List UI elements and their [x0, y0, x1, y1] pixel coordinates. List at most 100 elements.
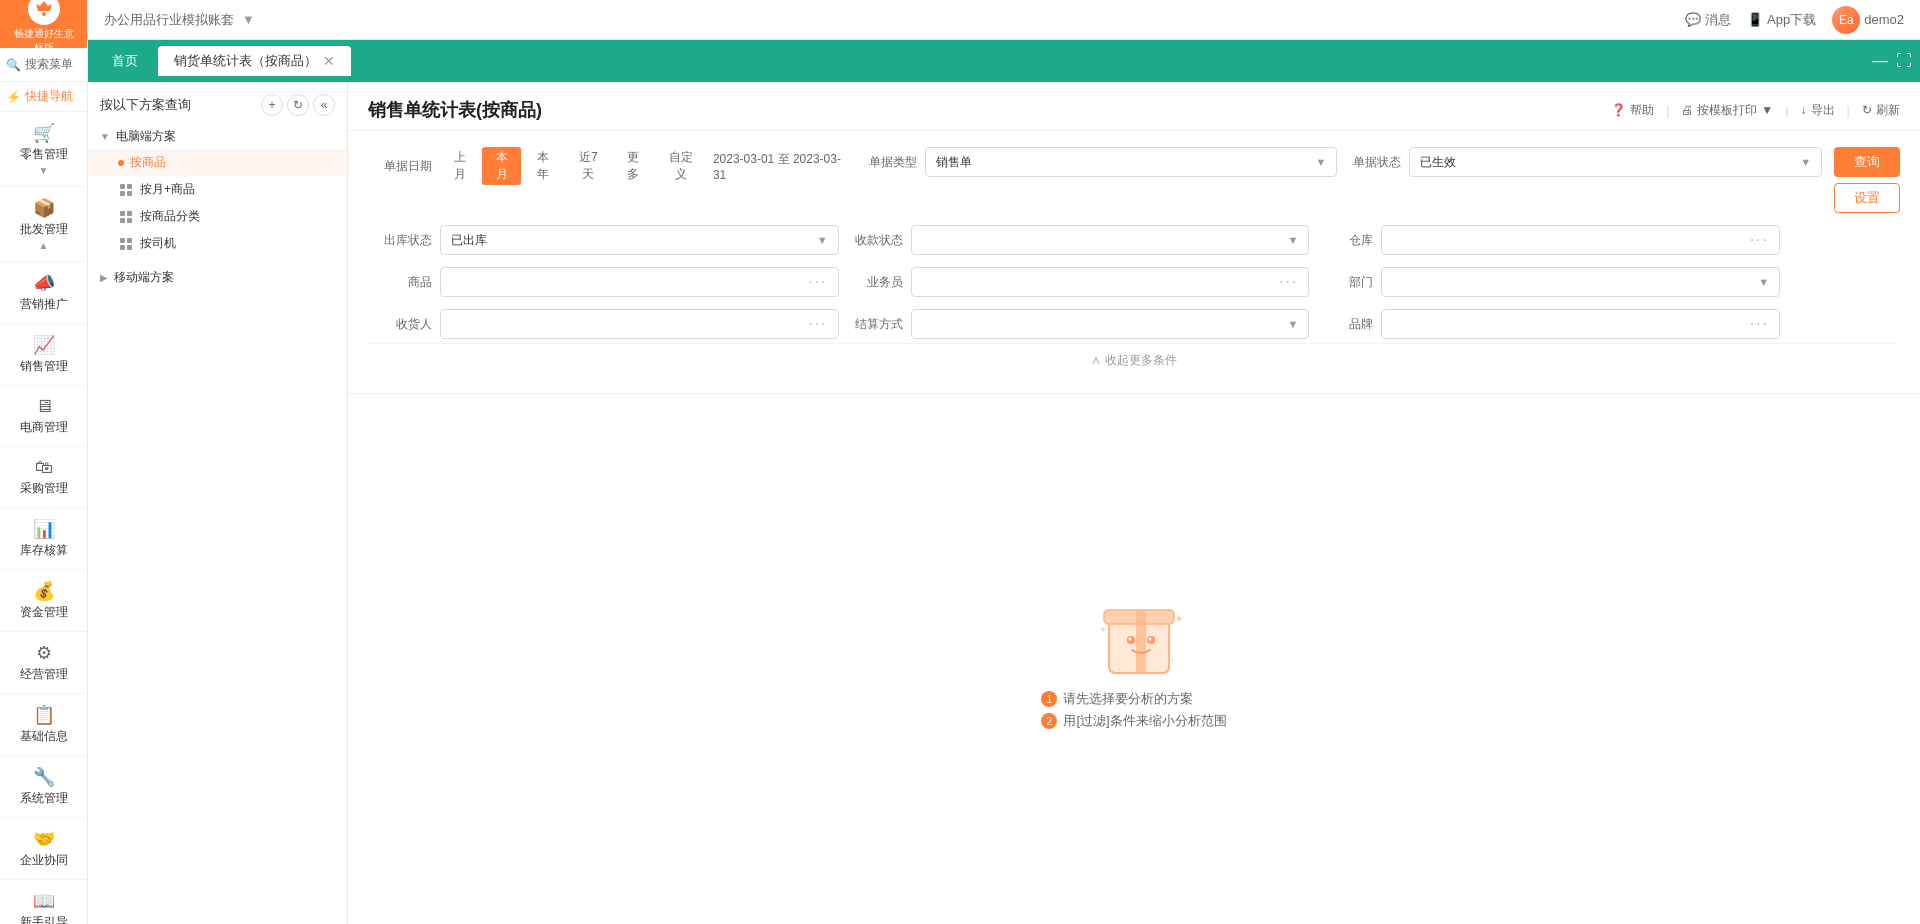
sidebar-item-purchase[interactable]: 🛍 采购管理 — [0, 447, 87, 508]
svg-text:✦: ✦ — [1174, 612, 1184, 626]
salesman-select[interactable]: ··· — [911, 267, 1310, 297]
divider-2: | — [1785, 103, 1788, 118]
dept-select[interactable]: ▼ — [1381, 267, 1780, 297]
sidebar-item-retail[interactable]: 🛒 零售管理 ▼ — [0, 112, 87, 187]
brand-dots[interactable]: ··· — [1750, 315, 1769, 333]
wholesale-icon: 📦 — [33, 197, 55, 219]
maximize-icon[interactable]: ⛶ — [1896, 52, 1912, 70]
svg-rect-11 — [120, 245, 125, 250]
hint-num-1: 1 — [1041, 691, 1057, 707]
sidebar-search[interactable]: 🔍 搜索菜单 — [0, 48, 87, 82]
date-btn-this-month[interactable]: 本月 — [482, 147, 522, 185]
svg-rect-2 — [127, 184, 132, 189]
tree-item-by-driver[interactable]: 按司机 — [88, 230, 347, 257]
svg-rect-5 — [120, 211, 125, 216]
warehouse-dots[interactable]: ··· — [1750, 231, 1769, 249]
tree-expand-arrow: ▼ — [100, 131, 110, 142]
refresh-scheme-btn[interactable]: ↻ — [287, 94, 309, 116]
username: demo2 — [1864, 12, 1904, 27]
minimize-icon[interactable]: — — [1872, 52, 1888, 70]
export-icon: ↓ — [1801, 103, 1807, 117]
outstatus-arrow: ▼ — [817, 234, 828, 246]
tree-item-by-month-goods[interactable]: 按月+商品 — [88, 176, 347, 203]
help-btn[interactable]: ❓ 帮助 — [1611, 102, 1654, 119]
date-btn-7days[interactable]: 近7天 — [565, 147, 611, 185]
tree-item-by-goods-label: 按商品 — [130, 154, 166, 171]
topbar-right: 💬 消息 📱 App下载 Ea demo2 — [1685, 6, 1904, 34]
refresh-icon: ↻ — [293, 98, 303, 112]
tab-sales-report[interactable]: 销货单统计表（按商品） ✕ — [158, 46, 351, 76]
outstatus-value: 已出库 — [451, 232, 487, 249]
brand-select[interactable]: ··· — [1381, 309, 1780, 339]
sidebar-item-marketing[interactable]: 📣 营销推广 — [0, 262, 87, 324]
sidebar-item-guide[interactable]: 📖 新手引导 — [0, 880, 87, 924]
print-btn[interactable]: 🖨 按模板打印 ▼ — [1681, 102, 1773, 119]
help-icon: ❓ — [1611, 103, 1626, 117]
goods-dots[interactable]: ··· — [808, 273, 827, 291]
user-area[interactable]: Ea demo2 — [1832, 6, 1904, 34]
tree-group-mobile: ▶ 移动端方案 — [88, 265, 347, 298]
action-buttons: 查询 设置 — [1822, 147, 1900, 213]
tab-home[interactable]: 首页 — [96, 46, 154, 76]
page-actions: ❓ 帮助 | 🖨 按模板打印 ▼ | ↓ 导出 | — [1611, 102, 1900, 119]
app-download-btn[interactable]: 📱 App下载 — [1747, 11, 1816, 29]
date-btn-last-month[interactable]: 上月 — [440, 147, 480, 185]
empty-hint-1: 1 请先选择要分析的方案 — [1041, 690, 1193, 708]
tree-item-by-goods[interactable]: 按商品 — [88, 149, 347, 176]
payment-arrow: ▼ — [1287, 318, 1298, 330]
sidebar-item-label-ecommerce: 电商管理 — [20, 419, 68, 436]
query-button[interactable]: 查询 — [1834, 147, 1900, 177]
goods-select[interactable]: ··· — [440, 267, 839, 297]
topbar-dropdown-icon[interactable]: ▼ — [242, 12, 255, 27]
topbar-title: 办公用品行业模拟账套 — [104, 11, 234, 29]
sidebar-item-basic[interactable]: 📋 基础信息 — [0, 694, 87, 756]
refresh-btn[interactable]: ↻ 刷新 — [1862, 102, 1900, 119]
salesman-dots[interactable]: ··· — [1279, 273, 1298, 291]
sidebar-item-label-system: 系统管理 — [20, 790, 68, 807]
export-btn[interactable]: ↓ 导出 — [1801, 102, 1835, 119]
settings-button[interactable]: 设置 — [1834, 183, 1900, 213]
sidebar-item-system[interactable]: 🔧 系统管理 — [0, 756, 87, 818]
tab-sales-label: 销货单统计表（按商品） — [174, 52, 317, 70]
sidebar-item-operation[interactable]: ⚙ 经营管理 — [0, 632, 87, 694]
tab-close-icon[interactable]: ✕ — [323, 53, 335, 69]
message-btn[interactable]: 💬 消息 — [1685, 11, 1731, 29]
recvstatus-select[interactable]: ▼ — [911, 225, 1310, 255]
add-scheme-btn[interactable]: + — [261, 94, 283, 116]
tree-item-by-category[interactable]: 按商品分类 — [88, 203, 347, 230]
receiver-dots[interactable]: ··· — [808, 315, 827, 333]
outstatus-select[interactable]: 已出库 ▼ — [440, 225, 839, 255]
date-btn-more[interactable]: 更多 — [614, 147, 654, 185]
retail-icon: 🛒 — [33, 122, 55, 144]
sidebar-item-wholesale[interactable]: 📦 批发管理 ▲ — [0, 187, 87, 262]
date-range-text: 2023-03-01 至 2023-03-31 — [713, 151, 853, 182]
doctype-select[interactable]: 销售单 ▼ — [925, 147, 1338, 177]
tree-item-by-category-label: 按商品分类 — [140, 208, 200, 225]
payment-select[interactable]: ▼ — [911, 309, 1310, 339]
collab-icon: 🤝 — [33, 828, 55, 850]
tree-group-pc-header[interactable]: ▼ 电脑端方案 — [88, 124, 347, 149]
date-btn-this-year[interactable]: 本年 — [523, 147, 563, 185]
sidebar-item-sales[interactable]: 📈 销售管理 — [0, 324, 87, 386]
docstatus-select[interactable]: 已生效 ▼ — [1409, 147, 1822, 177]
sidebar-item-inventory[interactable]: 📊 库存核算 — [0, 508, 87, 570]
date-btn-custom[interactable]: 自定义 — [655, 147, 707, 185]
svg-rect-1 — [120, 184, 125, 189]
nav-label: 快捷导航 — [25, 88, 73, 105]
sidebar-item-finance[interactable]: 💰 资金管理 — [0, 570, 87, 632]
refresh-page-icon: ↻ — [1862, 103, 1872, 117]
hint-num-2: 2 — [1041, 713, 1057, 729]
refresh-label: 刷新 — [1876, 102, 1900, 119]
purchase-icon: 🛍 — [35, 457, 53, 478]
nav-icon: ⚡ — [6, 90, 21, 104]
collapse-panel-btn[interactable]: « — [313, 94, 335, 116]
sidebar-quick-nav[interactable]: ⚡ 快捷导航 — [0, 82, 87, 112]
tree-group-mobile-header[interactable]: ▶ 移动端方案 — [88, 265, 347, 290]
date-btn-group: 上月 本月 本年 近7天 更多 自定义 2023-03-01 至 2023-03… — [440, 147, 853, 185]
warehouse-select[interactable]: ··· — [1381, 225, 1780, 255]
receiver-select[interactable]: ··· — [440, 309, 839, 339]
sidebar-item-label-guide: 新手引导 — [20, 914, 68, 924]
sidebar-item-collab[interactable]: 🤝 企业协同 — [0, 818, 87, 880]
collapse-bar[interactable]: ∧ 收起更多条件 — [368, 343, 1900, 377]
sidebar-item-ecommerce[interactable]: 🖥 电商管理 — [0, 386, 87, 447]
